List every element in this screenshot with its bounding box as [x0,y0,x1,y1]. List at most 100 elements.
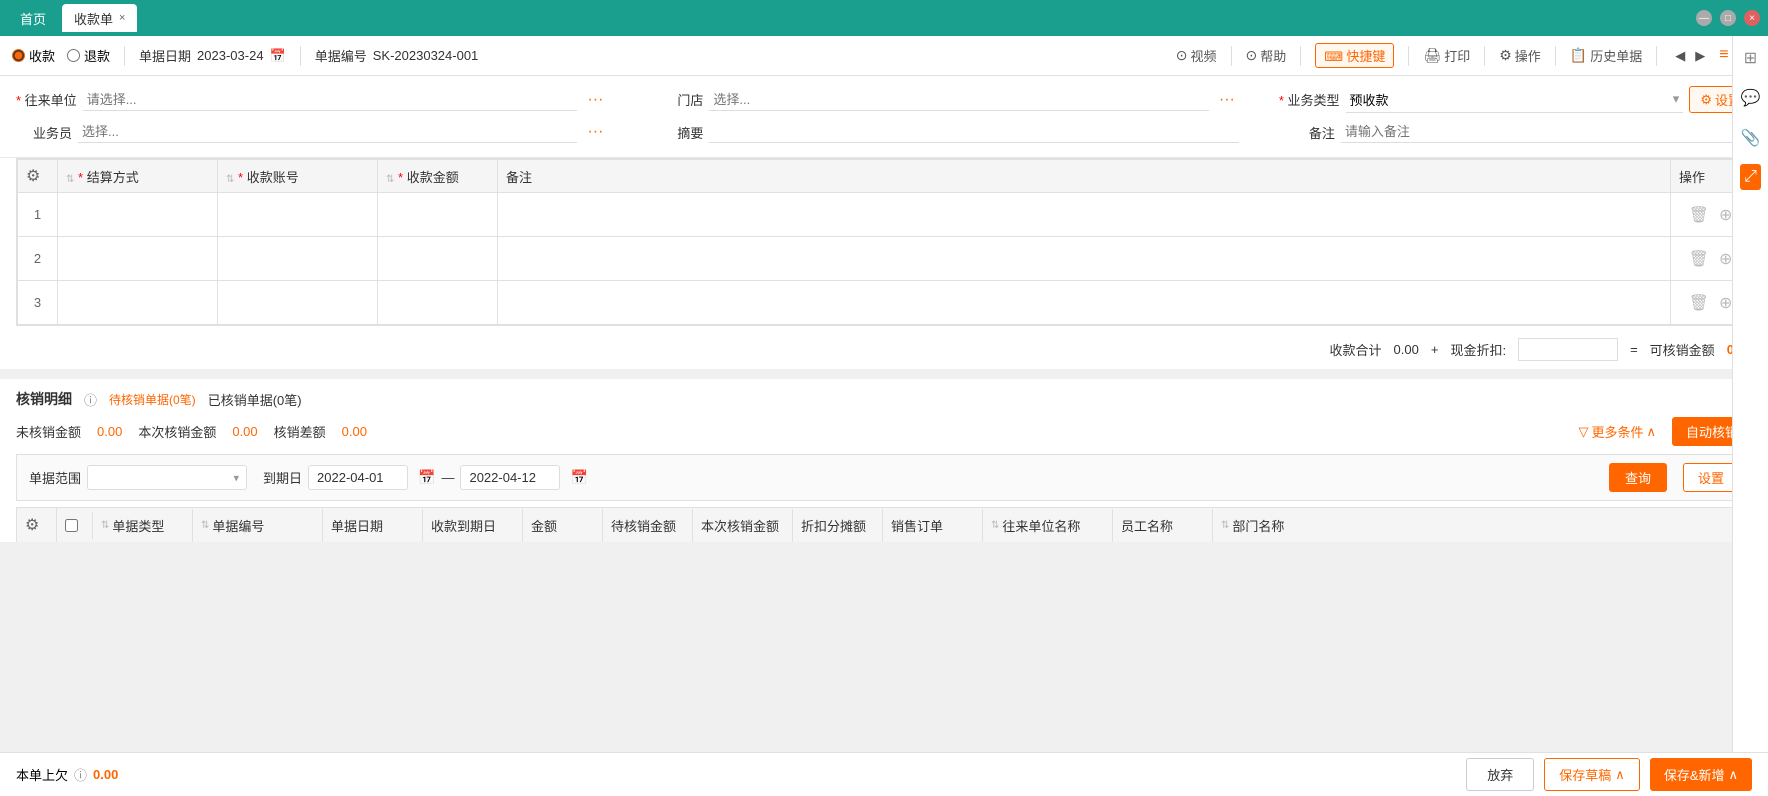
receipt-radio-label[interactable]: 收款 [12,46,55,65]
shortcut-label: 快捷键 [1346,49,1385,64]
bth-checkbox[interactable] [57,512,93,539]
row-amount-2[interactable] [378,237,498,281]
pending-tab[interactable]: 待核销单据(0笔) [109,391,196,408]
summary-input[interactable] [709,121,1238,143]
done-tab[interactable]: 已核销单据(0笔) [208,390,302,409]
business-type-select[interactable]: 预收款 ▾ [1346,87,1684,113]
date-field: 单据日期 2023-03-24 📅 [139,46,286,65]
minimize-button[interactable]: — [1696,10,1712,26]
right-attachment-icon[interactable]: 📎 [1737,124,1765,152]
row-account-1[interactable] [218,193,378,237]
tab-close-icon[interactable]: × [119,12,125,24]
save-label: 保存&新增 [1664,765,1725,784]
number-value: SK-20230324-001 [373,48,479,63]
row-note-1[interactable] [498,193,1671,237]
table-row: 3 🗑 ⊕ [18,281,1751,325]
table-gear-icon[interactable]: ⚙ [26,168,40,185]
total-value: 0.00 [1394,342,1419,357]
maximize-button[interactable]: □ [1720,10,1736,26]
sort-account-icon[interactable]: ⇅ [226,174,234,185]
bth-amount-label: 金额 [531,516,557,535]
shortcut-button[interactable]: ⌨ 快捷键 [1315,43,1394,68]
date-from-input[interactable] [308,465,408,490]
shop-ellipsis[interactable]: ··· [1215,91,1239,109]
row-account-3[interactable] [218,281,378,325]
bth-gear[interactable]: ⚙ [17,508,57,542]
refund-radio[interactable] [67,49,80,62]
hexiao-title: 核销明细 [16,389,72,409]
video-action[interactable]: ⊙ 视频 [1176,46,1217,65]
close-button[interactable]: × [1744,10,1760,26]
sort-number-icon[interactable]: ⇅ [201,520,209,531]
equal-label: = [1630,342,1638,357]
print-action[interactable]: 🖨 打印 [1423,46,1470,65]
th-amount-label: 收款金额 [398,170,459,185]
row-amount-3[interactable] [378,281,498,325]
date-to-calendar-icon[interactable]: 📅 [570,469,587,486]
right-table-icon[interactable]: ⊞ [1740,44,1761,72]
row-note-2[interactable] [498,237,1671,281]
draft-button[interactable]: 保存草稿 ∧ [1544,758,1640,791]
bottom-table-gear-icon[interactable]: ⚙ [25,515,39,535]
more-conditions-button[interactable]: ▽ 更多条件 ∧ [1578,422,1656,441]
history-action[interactable]: 📋 历史单据 [1570,46,1642,65]
operation-action[interactable]: ⚙ 操作 [1499,46,1541,65]
right-chat-icon[interactable]: 💬 [1737,84,1765,112]
range-select-wrapper [87,465,247,490]
bth-partner: ⇅ 往来单位名称 [983,509,1113,542]
sort-partner-icon[interactable]: ⇅ [991,520,999,531]
date-to-input[interactable] [460,465,560,490]
row-settle-2[interactable] [58,237,218,281]
shop-input[interactable] [709,89,1208,111]
th-gear[interactable]: ⚙ [18,160,58,193]
limit-info-icon[interactable]: ⓘ [74,765,87,784]
filter-icon: ▽ [1578,424,1588,440]
row-settle-1[interactable] [58,193,218,237]
save-button[interactable]: 保存&新增 ∧ [1650,758,1752,791]
select-all-checkbox[interactable] [65,519,78,532]
partner-input[interactable] [83,89,578,111]
delete-row-1-button[interactable]: 🗑 [1687,203,1711,227]
query-button[interactable]: 查询 [1609,463,1667,492]
delete-row-3-button[interactable]: 🗑 [1687,291,1711,315]
delete-row-2-button[interactable]: 🗑 [1687,247,1711,271]
tab-home[interactable]: 首页 [8,4,58,32]
range-select[interactable] [87,465,247,490]
nav-prev[interactable]: ◀ [1671,46,1689,66]
abandon-button[interactable]: 放弃 [1466,758,1534,791]
hexiao-info-icon[interactable]: ⓘ [84,390,97,409]
date-from-calendar-icon[interactable]: 📅 [418,469,435,486]
bth-pending: 待核销金额 [603,509,693,542]
row-note-3[interactable] [498,281,1671,325]
bth-order-label: 销售订单 [891,516,943,535]
row-amount-1[interactable] [378,193,498,237]
table-row: 1 🗑 ⊕ [18,193,1751,237]
chevron-down-icon: ▾ [1673,91,1680,107]
remark-input[interactable] [1341,121,1752,143]
discount-input[interactable] [1518,338,1618,361]
hexiao-stats: 未核销金额 0.00 本次核销金额 0.00 核销差额 0.00 ▽ 更多条件 … [16,417,1752,446]
salesman-ellipsis[interactable]: ··· [583,123,607,141]
partner-ellipsis[interactable]: ··· [583,91,607,109]
row-settle-3[interactable] [58,281,218,325]
list-view-icon[interactable]: ≡ [1717,44,1730,68]
tab-receipt[interactable]: 收款单 × [62,4,137,32]
nav-next[interactable]: ▶ [1691,46,1709,66]
calendar-icon[interactable]: 📅 [270,48,286,64]
row-account-2[interactable] [218,237,378,281]
bth-date-label: 单据日期 [331,516,383,535]
draft-label: 保存草稿 [1559,765,1611,784]
right-expand-icon[interactable]: ⤢ [1740,164,1761,190]
sort-settle-icon[interactable]: ⇅ [66,174,74,185]
save-arrow-icon: ∧ [1728,767,1738,783]
salesman-input[interactable] [78,121,577,143]
refund-radio-label[interactable]: 退款 [67,46,110,65]
help-icon: ⊙ [1246,47,1258,64]
sort-amount-icon[interactable]: ⇅ [386,174,394,185]
sort-type-icon[interactable]: ⇅ [101,520,109,531]
receipt-radio[interactable] [12,49,25,62]
th-account: ⇅ 收款账号 [218,160,378,193]
hexiao-settings-button[interactable]: 设置 [1683,463,1739,492]
help-action[interactable]: ⊙ 帮助 [1246,46,1287,65]
sort-dept-icon[interactable]: ⇅ [1221,520,1229,531]
